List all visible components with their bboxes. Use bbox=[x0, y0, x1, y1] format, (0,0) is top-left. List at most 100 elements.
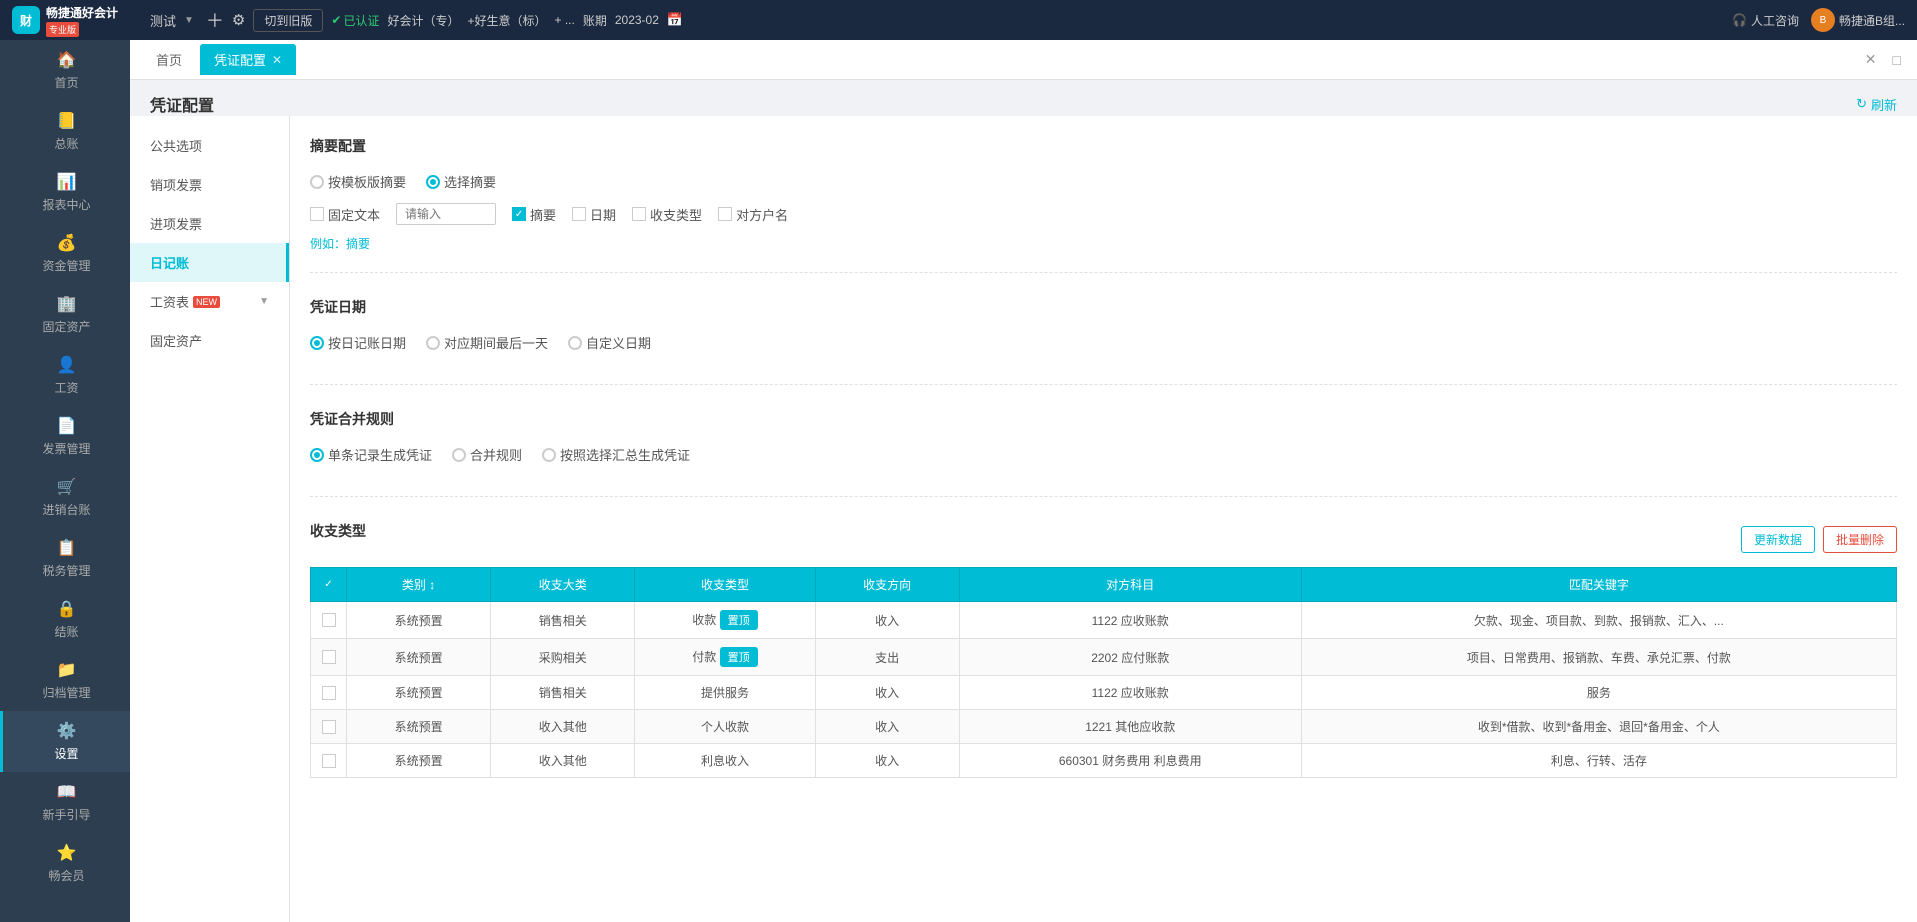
checkbox-summary[interactable]: ✓ 摘要 bbox=[512, 205, 556, 224]
row-checkbox-4[interactable] bbox=[322, 754, 336, 768]
date-section-title: 凭证日期 bbox=[310, 297, 1897, 317]
closing-icon: 🔒 bbox=[57, 599, 77, 619]
merge-radio-single[interactable]: 单条记录生成凭证 bbox=[310, 445, 432, 464]
ledger-icon: 📒 bbox=[57, 111, 77, 131]
tab-bar: 首页 凭证配置 ✕ ✕ □ bbox=[130, 40, 1917, 80]
date-radio-last[interactable]: 对应期间最后一天 bbox=[426, 333, 548, 352]
top-tag-1[interactable]: 置顶 bbox=[720, 647, 758, 667]
sidebar-label-member: 畅会员 bbox=[48, 867, 84, 884]
certified-icon: ✔ bbox=[331, 13, 341, 27]
summary-radio-template[interactable]: 按模板版摘要 bbox=[310, 172, 406, 191]
row-checkbox-cell-3 bbox=[311, 710, 347, 744]
row-keywords-3: 收到*借款、收到*备用金、退回*备用金、个人 bbox=[1301, 710, 1896, 744]
date-radio-journal[interactable]: 按日记账日期 bbox=[310, 333, 406, 352]
nav-add-icon[interactable]: ＋ bbox=[206, 7, 224, 33]
left-menu-item-fixed-assets[interactable]: 固定资产 bbox=[130, 321, 289, 360]
checkbox-fixed-text[interactable]: 固定文本 bbox=[310, 205, 380, 224]
new-badge: NEW bbox=[193, 296, 220, 308]
nav-right: 🎧 人工咨询 B 畅捷通B组... bbox=[1732, 8, 1905, 32]
consulting-button[interactable]: 🎧 人工咨询 bbox=[1732, 12, 1799, 29]
window-maximize-button[interactable]: □ bbox=[1889, 47, 1905, 72]
sidebar-item-tax[interactable]: 📋 税务管理 bbox=[0, 528, 130, 589]
nav-down-arrow[interactable]: ▼ bbox=[184, 15, 194, 26]
content-area: 首页 凭证配置 ✕ ✕ □ 凭证配置 ↻ 刷新 公共选项 bbox=[130, 40, 1917, 922]
payment-types-section: 收支类型 更新数据 批量删除 ✓ bbox=[310, 521, 1897, 778]
left-menu-item-public[interactable]: 公共选项 bbox=[130, 126, 289, 165]
tab-bar-controls: ✕ □ bbox=[1861, 47, 1905, 72]
batch-delete-button[interactable]: 批量删除 bbox=[1823, 526, 1897, 553]
nav-gear-icon[interactable]: ⚙ bbox=[232, 11, 245, 29]
radio-circle-select bbox=[426, 175, 440, 189]
logo-sub-badge: 专业版 bbox=[46, 21, 118, 37]
left-menu-item-journal[interactable]: 日记账 bbox=[130, 243, 289, 282]
row-checkbox-2[interactable] bbox=[322, 686, 336, 700]
inner-layout: 公共选项 销项发票 进项发票 日记账 工资表 NEW ▼ bbox=[130, 116, 1917, 922]
checkbox-date[interactable]: 日期 bbox=[572, 205, 616, 224]
sidebar-item-archive[interactable]: 📁 归档管理 bbox=[0, 650, 130, 711]
sidebar-item-purchases[interactable]: 🛒 进销台账 bbox=[0, 467, 130, 528]
sidebar-item-invoices[interactable]: 📄 发票管理 bbox=[0, 406, 130, 467]
tab-close-icon[interactable]: ✕ bbox=[272, 53, 282, 67]
refresh-button[interactable]: ↻ 刷新 bbox=[1856, 95, 1897, 114]
tab-voucher-config[interactable]: 凭证配置 ✕ bbox=[200, 44, 296, 75]
summary-radio-select[interactable]: 选择摘要 bbox=[426, 172, 496, 191]
top-tag-0[interactable]: 置顶 bbox=[720, 610, 758, 630]
sidebar-item-funds[interactable]: 💰 资金管理 bbox=[0, 223, 130, 284]
sidebar-item-closing[interactable]: 🔒 结账 bbox=[0, 589, 130, 650]
checkbox-counterparty[interactable]: 对方户名 bbox=[718, 205, 788, 224]
sidebar-item-reports[interactable]: 📊 报表中心 bbox=[0, 162, 130, 223]
th-type: 收支类型 bbox=[635, 568, 815, 602]
sidebar-label-settings: 设置 bbox=[54, 745, 78, 762]
sidebar-item-member[interactable]: ⭐ 畅会员 bbox=[0, 833, 130, 894]
left-menu-item-purchase[interactable]: 进项发票 bbox=[130, 204, 289, 243]
merge-radio-rules[interactable]: 合并规则 bbox=[452, 445, 522, 464]
checkbox-payment-type[interactable]: 收支类型 bbox=[632, 205, 702, 224]
logo-text-area: 畅捷通好会计 专业版 bbox=[46, 4, 118, 37]
row-major-type-3: 收入其他 bbox=[491, 710, 635, 744]
window-close-button[interactable]: ✕ bbox=[1861, 47, 1881, 72]
sidebar-item-ledger[interactable]: 📒 总账 bbox=[0, 101, 130, 162]
guide-icon: 📖 bbox=[57, 782, 77, 802]
row-checkbox-0[interactable] bbox=[322, 613, 336, 627]
tax-icon: 📋 bbox=[57, 538, 77, 558]
row-checkbox-cell-0 bbox=[311, 602, 347, 639]
sidebar-item-guide[interactable]: 📖 新手引导 bbox=[0, 772, 130, 833]
fixed-text-input[interactable] bbox=[396, 203, 496, 225]
row-type-4: 利息收入 bbox=[635, 744, 815, 778]
user-area[interactable]: B 畅捷通B组... bbox=[1811, 8, 1905, 32]
sidebar-item-assets[interactable]: 🏢 固定资产 bbox=[0, 284, 130, 345]
row-direction-1: 支出 bbox=[815, 639, 959, 676]
row-checkbox-1[interactable] bbox=[322, 650, 336, 664]
radio-circle-total bbox=[542, 448, 556, 462]
switch-version-button[interactable]: 切到旧版 bbox=[253, 9, 323, 32]
checkbox-box-payment bbox=[632, 207, 646, 221]
tab-home[interactable]: 首页 bbox=[142, 44, 196, 75]
summary-section-title: 摘要配置 bbox=[310, 136, 1897, 156]
checkbox-box-counterparty bbox=[718, 207, 732, 221]
certified-badge: ✔ 已认证 bbox=[331, 12, 379, 29]
radio-circle-rules bbox=[452, 448, 466, 462]
th-category: 类别 ↕ bbox=[347, 568, 491, 602]
date-radio-custom[interactable]: 自定义日期 bbox=[568, 333, 651, 352]
sidebar-item-payroll[interactable]: 👤 工资 bbox=[0, 345, 130, 406]
merge-radio-total[interactable]: 按照选择汇总生成凭证 bbox=[542, 445, 690, 464]
row-major-type-4: 收入其他 bbox=[491, 744, 635, 778]
example-text: 例如：摘要 bbox=[310, 235, 1897, 252]
headset-icon: 🎧 bbox=[1732, 13, 1747, 27]
tag1-label: +好生意（标） bbox=[467, 12, 546, 29]
assets-icon: 🏢 bbox=[57, 294, 77, 314]
th-subject: 对方科目 bbox=[959, 568, 1301, 602]
row-keywords-1: 项目、日常费用、报销款、车费、承兑汇票、付款 bbox=[1301, 639, 1896, 676]
select-all-checkbox[interactable]: ✓ bbox=[322, 578, 336, 592]
left-menu-item-payroll[interactable]: 工资表 NEW ▼ bbox=[130, 282, 289, 321]
row-checkbox-cell-4 bbox=[311, 744, 347, 778]
avatar: B bbox=[1811, 8, 1835, 32]
sidebar-item-settings[interactable]: ⚙️ 设置 bbox=[0, 711, 130, 772]
left-menu-item-sales[interactable]: 销项发票 bbox=[130, 165, 289, 204]
sidebar-item-home[interactable]: 🏠 首页 bbox=[0, 40, 130, 101]
row-category-4: 系统预置 bbox=[347, 744, 491, 778]
row-subject-1: 2202 应付账款 bbox=[959, 639, 1301, 676]
purchases-icon: 🛒 bbox=[57, 477, 77, 497]
row-checkbox-3[interactable] bbox=[322, 720, 336, 734]
update-data-button[interactable]: 更新数据 bbox=[1741, 526, 1815, 553]
